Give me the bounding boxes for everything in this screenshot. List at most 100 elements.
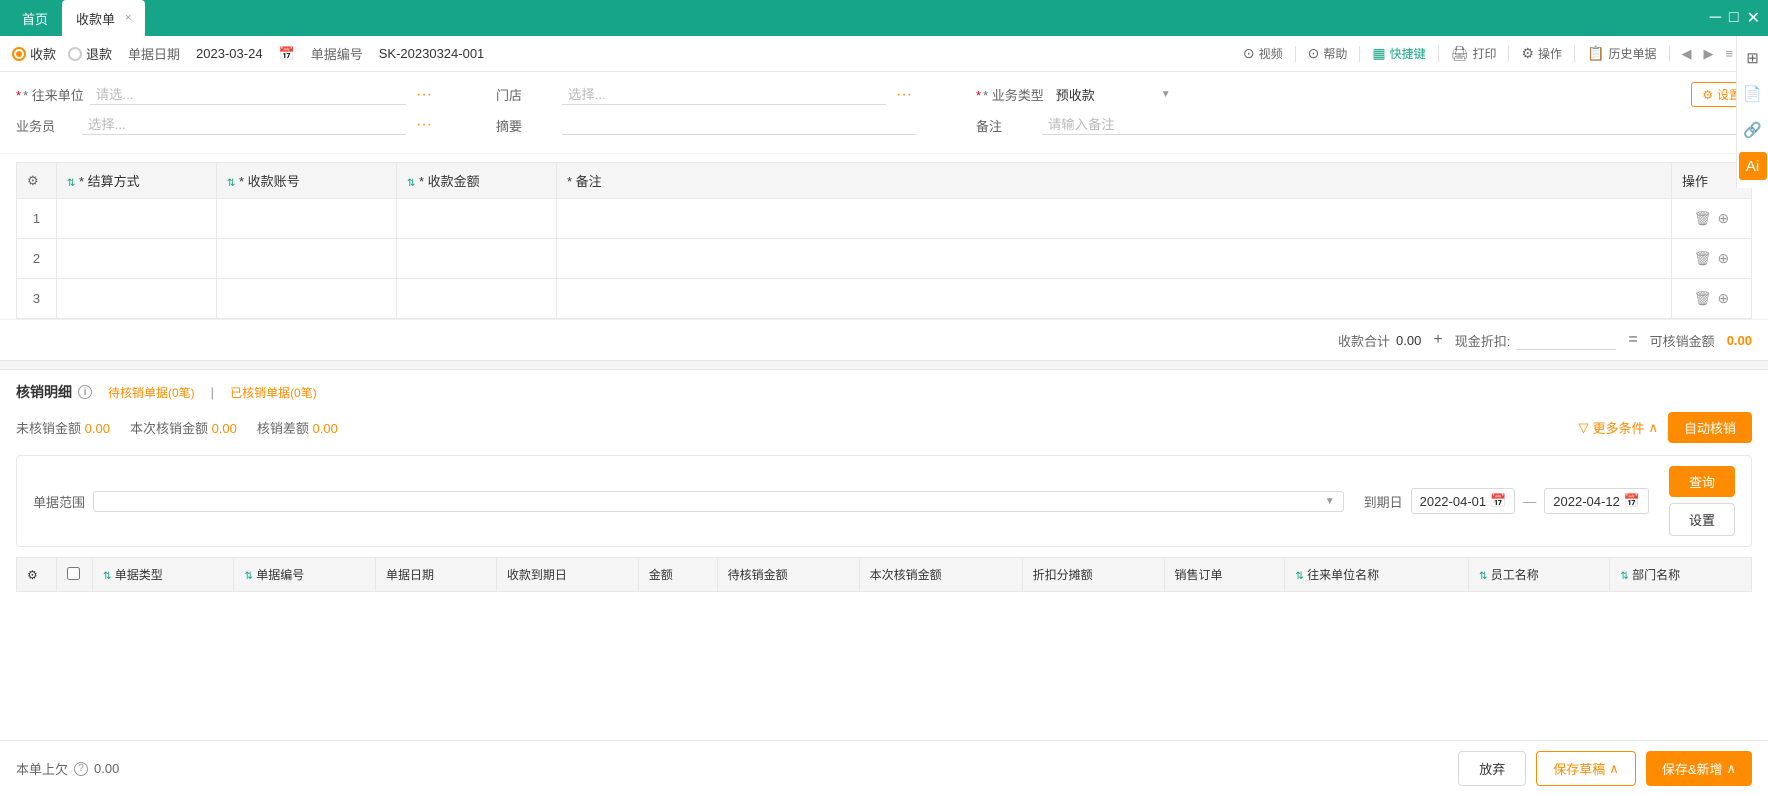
summary-input[interactable] [562, 115, 916, 135]
tab-receipt[interactable]: 收款单 × [62, 0, 145, 36]
row2-remark[interactable] [557, 239, 1672, 279]
th2-settings[interactable]: ⚙ [17, 558, 57, 592]
uncancelled-value: 0.00 [85, 421, 110, 436]
nav-next-icon[interactable]: ▶ [1704, 46, 1714, 62]
window-close-icon[interactable]: ✕ [1747, 8, 1760, 28]
sort-icon-partner[interactable]: ⇅ [1295, 571, 1303, 582]
tab-home[interactable]: 首页 [8, 0, 62, 36]
row3-remark[interactable] [557, 279, 1672, 319]
number-label: 单据编号 [311, 44, 363, 63]
tab-close-icon[interactable]: × [125, 12, 131, 24]
window-minimize-icon[interactable]: ─ [1710, 9, 1721, 27]
sort-icon-dept[interactable]: ⇅ [1620, 571, 1628, 582]
save-draft-dropdown-icon[interactable]: ∧ [1609, 761, 1619, 777]
th-remark: * 备注 [557, 163, 1672, 199]
sort-icon-amount[interactable]: ⇅ [407, 178, 415, 189]
sort-icon-account[interactable]: ⇅ [227, 178, 235, 189]
sidebar-ai-icon[interactable]: Ai [1739, 152, 1767, 180]
table-row: 2 🗑 ⊕ [17, 239, 1752, 279]
select-all-checkbox[interactable] [67, 567, 80, 580]
sidebar-doc-icon[interactable]: 📄 [1739, 80, 1767, 108]
query-btn[interactable]: 查询 [1669, 466, 1735, 497]
calendar-icon[interactable]: 📅 [279, 46, 295, 62]
save-new-dropdown-icon[interactable]: ∧ [1726, 761, 1736, 777]
store-input[interactable] [562, 85, 886, 105]
radio-refund[interactable]: 退款 [68, 44, 112, 63]
form-row-1: ** 往来单位 ··· 门店 ··· ** 业务类型 预收款 ▼ ⚙ 设置 [16, 82, 1752, 107]
sort-icon-type[interactable]: ⇅ [103, 571, 111, 582]
date-to-input[interactable]: 2022-04-12 📅 [1544, 488, 1649, 514]
list-view-icon[interactable]: ≡ [1726, 46, 1734, 61]
settings-gear-icon: ⚙ [1702, 88, 1713, 102]
row1-account[interactable] [217, 199, 397, 239]
diff-stat: 核销差额 0.00 [257, 418, 338, 437]
table-settings-btn[interactable]: 设置 [1669, 503, 1735, 536]
row2-account[interactable] [217, 239, 397, 279]
more-conditions-btn[interactable]: ▽ 更多条件 ∧ [1578, 418, 1658, 437]
discount-input[interactable] [1516, 330, 1616, 350]
sidebar-link-icon[interactable]: 🔗 [1739, 116, 1767, 144]
row3-delete-icon[interactable]: 🗑 [1694, 290, 1712, 307]
video-btn[interactable]: ⊙ 视频 [1243, 45, 1283, 62]
bottom-info-value: 0.00 [94, 761, 119, 776]
toolbar-row: 收款 退款 单据日期 2023-03-24 📅 单据编号 SK-20230324… [0, 36, 1768, 72]
verif-tab1[interactable]: 待核销单据(0笔) [108, 384, 195, 401]
equals-sign: = [1628, 331, 1637, 349]
th-settings[interactable]: ⚙ [17, 163, 57, 199]
row3-settle[interactable] [57, 279, 217, 319]
history-btn[interactable]: 📋 历史单据 [1587, 45, 1656, 62]
help-icon: ⊙ [1308, 45, 1320, 62]
main-table: ⚙ ⇅ * 结算方式 ⇅ * 收款账号 ⇅ * 收款金额 [16, 162, 1752, 319]
note-field: 备注 [976, 115, 1752, 135]
store-ellipsis-btn[interactable]: ··· [892, 86, 916, 104]
row2-settle[interactable] [57, 239, 217, 279]
print-btn[interactable]: 🖨 打印 [1451, 45, 1497, 62]
help-btn[interactable]: ⊙ 帮助 [1308, 45, 1348, 62]
table2-gear-icon[interactable]: ⚙ [27, 568, 38, 582]
row1-remark[interactable] [557, 199, 1672, 239]
verif-info-icon[interactable]: i [78, 385, 92, 399]
row3-account[interactable] [217, 279, 397, 319]
discount-summary: 现金折扣: [1455, 330, 1617, 350]
bottom-info-icon[interactable]: ? [74, 762, 88, 776]
row1-settle[interactable] [57, 199, 217, 239]
nav-prev-icon[interactable]: ◀ [1682, 46, 1692, 62]
save-draft-btn[interactable]: 保存草稿 ∧ [1536, 751, 1636, 786]
row2-copy-icon[interactable]: ⊕ [1718, 250, 1730, 267]
row2-amount[interactable] [397, 239, 557, 279]
operate-btn[interactable]: ⚙ 操作 [1521, 45, 1562, 62]
abandon-btn[interactable]: 放弃 [1458, 751, 1526, 786]
partner-ellipsis-btn[interactable]: ··· [412, 86, 436, 104]
window-maximize-icon[interactable]: □ [1729, 9, 1739, 27]
sort-icon-staff[interactable]: ⇅ [1479, 571, 1487, 582]
staff-ellipsis-btn[interactable]: ··· [412, 116, 436, 134]
row1-delete-icon[interactable]: 🗑 [1694, 210, 1712, 227]
row2-delete-icon[interactable]: 🗑 [1694, 250, 1712, 267]
table-settings-gear-icon[interactable]: ⚙ [27, 173, 39, 188]
th2-checkbox[interactable] [57, 558, 93, 592]
row3-amount[interactable] [397, 279, 557, 319]
sort-icon-settle[interactable]: ⇅ [67, 178, 75, 189]
date-value[interactable]: 2023-03-24 [196, 46, 263, 61]
sidebar-table-icon[interactable]: ⊞ [1739, 44, 1767, 72]
auto-cancel-btn[interactable]: 自动核销 [1668, 412, 1752, 443]
row1-copy-icon[interactable]: ⊕ [1718, 210, 1730, 227]
partner-field: ** 往来单位 ··· [16, 85, 436, 105]
save-new-btn[interactable]: 保存&新增 ∧ [1646, 751, 1752, 786]
row3-copy-icon[interactable]: ⊕ [1718, 290, 1730, 307]
toolbar-right: ⊙ 视频 ⊙ 帮助 ▦ 快捷键 🖨 打印 ⚙ 操作 [1243, 45, 1756, 62]
sort-icon-number[interactable]: ⇅ [244, 571, 252, 582]
th-account: ⇅ * 收款账号 [217, 163, 397, 199]
partner-input[interactable] [90, 85, 406, 105]
staff-input[interactable] [82, 115, 406, 135]
note-input[interactable] [1042, 115, 1752, 135]
plus-sign: + [1433, 331, 1442, 349]
radio-receipt[interactable]: 收款 [12, 44, 56, 63]
range-select[interactable]: ▼ [93, 491, 1344, 512]
date-from-input[interactable]: 2022-04-01 📅 [1411, 488, 1516, 514]
shortcut-btn[interactable]: ▦ 快捷键 [1372, 45, 1425, 62]
verif-tab2[interactable]: 已核销单据(0笔) [230, 384, 317, 401]
th2-sales-order: 销售订单 [1164, 558, 1285, 592]
biz-type-dropdown-icon[interactable]: ▼ [1161, 89, 1171, 100]
row1-amount[interactable] [397, 199, 557, 239]
